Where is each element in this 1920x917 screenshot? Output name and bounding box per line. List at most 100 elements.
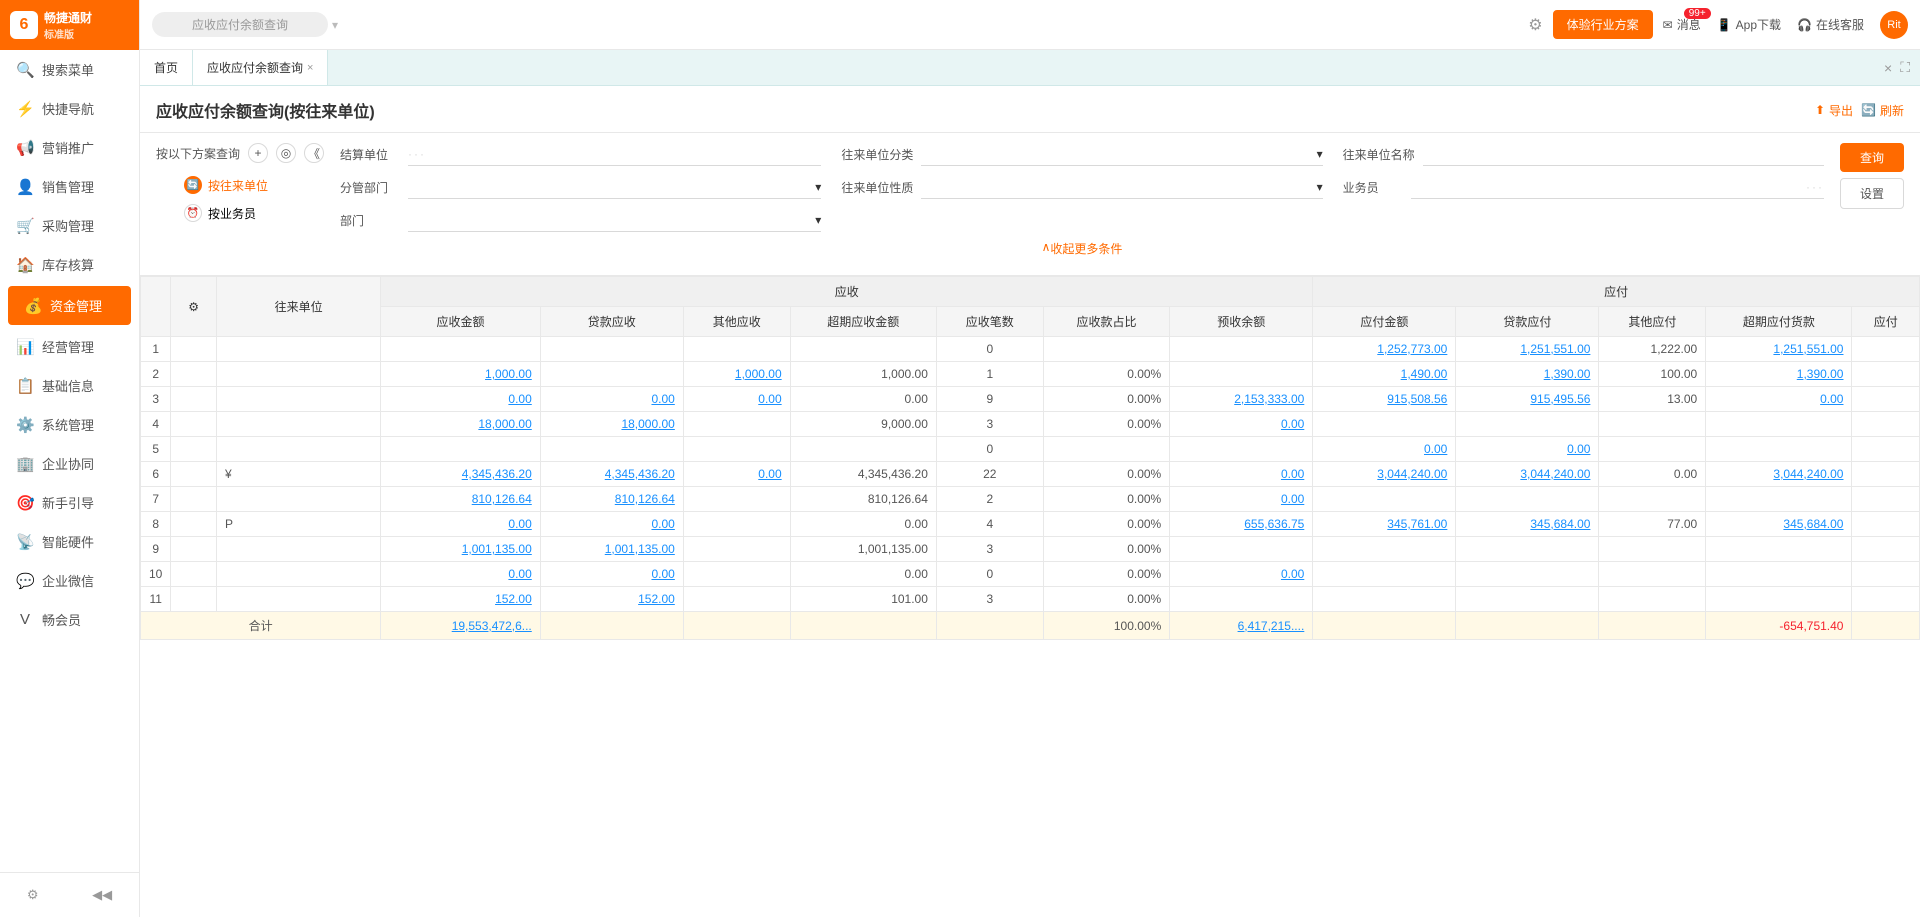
sidebar-item-capital[interactable]: 💰 资金管理 (8, 286, 131, 325)
sidebar-item-wechat[interactable]: 💬 企业微信 (0, 561, 139, 600)
table-cell[interactable]: 152.00 (540, 587, 683, 612)
app-download-button[interactable]: 📱 App下载 (1717, 16, 1781, 33)
online-support-button[interactable]: 🎧 在线客服 (1797, 16, 1864, 33)
table-cell[interactable]: 3,044,240.00 (1706, 462, 1852, 487)
table-cell[interactable]: 1,390.00 (1706, 362, 1852, 387)
total-rec-amount[interactable]: 19,553,472,6... (381, 612, 541, 640)
partner-name-input[interactable] (1423, 143, 1824, 166)
sub-dept-select[interactable]: ▾ (408, 209, 821, 232)
table-cell[interactable]: 1,390.00 (1456, 362, 1599, 387)
total-rec-loan (540, 612, 683, 640)
table-cell[interactable]: 345,684.00 (1456, 512, 1599, 537)
table-cell[interactable]: 0.00 (1170, 562, 1313, 587)
table-cell[interactable]: 345,761.00 (1313, 512, 1456, 537)
table-cell[interactable]: 3,044,240.00 (1456, 462, 1599, 487)
collapse-icon: ∧ (1042, 240, 1051, 257)
close-window-button[interactable]: × (1884, 60, 1892, 76)
sidebar-item-sysmgmt[interactable]: ⚙️ 系统管理 (0, 405, 139, 444)
settlement-unit-input[interactable]: ··· (408, 143, 821, 166)
sidebar-item-quicknav[interactable]: ⚡ 快捷导航 (0, 89, 139, 128)
table-cell[interactable]: 655,636.75 (1170, 512, 1313, 537)
table-cell[interactable]: 0.00 (540, 387, 683, 412)
table-cell[interactable]: 1,251,551.00 (1706, 337, 1852, 362)
message-button[interactable]: ✉ 消息 99+ (1663, 16, 1701, 33)
table-cell[interactable]: 0.00 (1170, 487, 1313, 512)
sidebar-item-sales[interactable]: 👤 销售管理 (0, 167, 139, 206)
table-cell[interactable]: 1,000.00 (381, 362, 541, 387)
table-cell[interactable]: 18,000.00 (540, 412, 683, 437)
table-cell: 1 (936, 362, 1043, 387)
refresh-button[interactable]: 🔄 刷新 (1861, 102, 1904, 119)
partner-category-select[interactable]: ▾ (921, 143, 1322, 166)
table-cell[interactable]: 915,495.56 (1456, 387, 1599, 412)
sidebar-collapse-button[interactable]: ◀◀ (82, 881, 122, 909)
col-gear-header[interactable]: ⚙ (171, 277, 217, 337)
filter-target-button[interactable]: ◎ (276, 143, 296, 163)
table-cell[interactable]: 0.00 (381, 562, 541, 587)
sidebar-item-smarthw[interactable]: 📡 智能硬件 (0, 522, 139, 561)
partner-nature-select[interactable]: ▾ (921, 176, 1322, 199)
sidebar-item-newbie[interactable]: 🎯 新手引导 (0, 483, 139, 522)
table-cell (1313, 587, 1456, 612)
export-icon: ⬆ (1815, 103, 1825, 117)
table-cell[interactable]: 1,001,135.00 (381, 537, 541, 562)
sidebar-item-inventory[interactable]: 🏠 库存核算 (0, 245, 139, 284)
sidebar-settings-button[interactable]: ⚙ (17, 881, 49, 909)
table-cell[interactable]: 1,490.00 (1313, 362, 1456, 387)
sidebar-item-operation[interactable]: 📊 经营管理 (0, 327, 139, 366)
sidebar-item-enterprise[interactable]: 🏢 企业协同 (0, 444, 139, 483)
table-cell[interactable]: 1,001,135.00 (540, 537, 683, 562)
dept-select[interactable]: ▾ (408, 176, 821, 199)
sidebar-item-vip[interactable]: V 畅会员 (0, 600, 139, 639)
filter-scheme-by-salesman[interactable]: ⏰ 按业务员 (176, 201, 324, 225)
table-cell[interactable]: 915,508.56 (1313, 387, 1456, 412)
table-cell[interactable]: 0.00 (1313, 437, 1456, 462)
table-cell[interactable]: 1,000.00 (683, 362, 790, 387)
table-cell[interactable]: 0.00 (683, 387, 790, 412)
sidebar-item-search[interactable]: 🔍 搜索菜单 (0, 50, 139, 89)
gear-icon[interactable]: ⚙ (1528, 15, 1542, 35)
query-button[interactable]: 查询 (1840, 143, 1904, 172)
collapse-conditions-button[interactable]: ∧ 收起更多条件 (340, 232, 1824, 265)
table-cell[interactable]: 1,251,551.00 (1456, 337, 1599, 362)
sidebar-item-purchase[interactable]: 🛒 采购管理 (0, 206, 139, 245)
marketing-icon: 📢 (16, 139, 34, 157)
table-cell[interactable]: 2,153,333.00 (1170, 387, 1313, 412)
trial-button[interactable]: 体验行业方案 (1553, 10, 1653, 39)
table-cell[interactable]: 0.00 (540, 512, 683, 537)
filter-scheme-by-partner[interactable]: 🔄 按往来单位 (176, 173, 324, 197)
fullscreen-button[interactable]: ⛶ (1900, 59, 1910, 76)
filter-add-button[interactable]: + (248, 143, 268, 163)
table-cell[interactable]: 0.00 (1456, 437, 1599, 462)
table-cell[interactable]: 810,126.64 (381, 487, 541, 512)
scheme-active-icon: 🔄 (184, 176, 202, 194)
table-cell[interactable]: 0.00 (1706, 387, 1852, 412)
export-button[interactable]: ⬆ 导出 (1815, 102, 1853, 119)
tab-home[interactable]: 首页 (140, 50, 193, 85)
filter-collapse-btn[interactable]: 《 (304, 143, 324, 163)
table-cell[interactable]: 4,345,436.20 (381, 462, 541, 487)
table-cell[interactable]: 0.00 (1170, 462, 1313, 487)
sidebar-item-baseinfo[interactable]: 📋 基础信息 (0, 366, 139, 405)
salesman-input[interactable]: ··· (1411, 176, 1824, 199)
user-avatar[interactable]: Rit (1880, 11, 1908, 39)
table-cell[interactable]: 345,684.00 (1706, 512, 1852, 537)
table-cell: 3 (936, 412, 1043, 437)
settings-button[interactable]: 设置 (1840, 178, 1904, 209)
sidebar-item-marketing[interactable]: 📢 营销推广 (0, 128, 139, 167)
table-cell[interactable]: 0.00 (683, 462, 790, 487)
table-cell[interactable]: 0.00 (381, 387, 541, 412)
col-rec-other: 其他应收 (683, 307, 790, 337)
table-cell[interactable]: 18,000.00 (381, 412, 541, 437)
table-cell[interactable]: 810,126.64 (540, 487, 683, 512)
table-cell[interactable]: 152.00 (381, 587, 541, 612)
table-cell[interactable]: 0.00 (381, 512, 541, 537)
table-cell[interactable]: 0.00 (1170, 412, 1313, 437)
table-cell[interactable]: 1,252,773.00 (1313, 337, 1456, 362)
tab-receivable[interactable]: 应收应付余额查询 × (193, 50, 328, 85)
total-rec-prepay[interactable]: 6,417,215.... (1170, 612, 1313, 640)
table-cell[interactable]: 3,044,240.00 (1313, 462, 1456, 487)
table-cell[interactable]: 4,345,436.20 (540, 462, 683, 487)
table-cell[interactable]: 0.00 (540, 562, 683, 587)
tab-close-icon[interactable]: × (307, 62, 313, 74)
